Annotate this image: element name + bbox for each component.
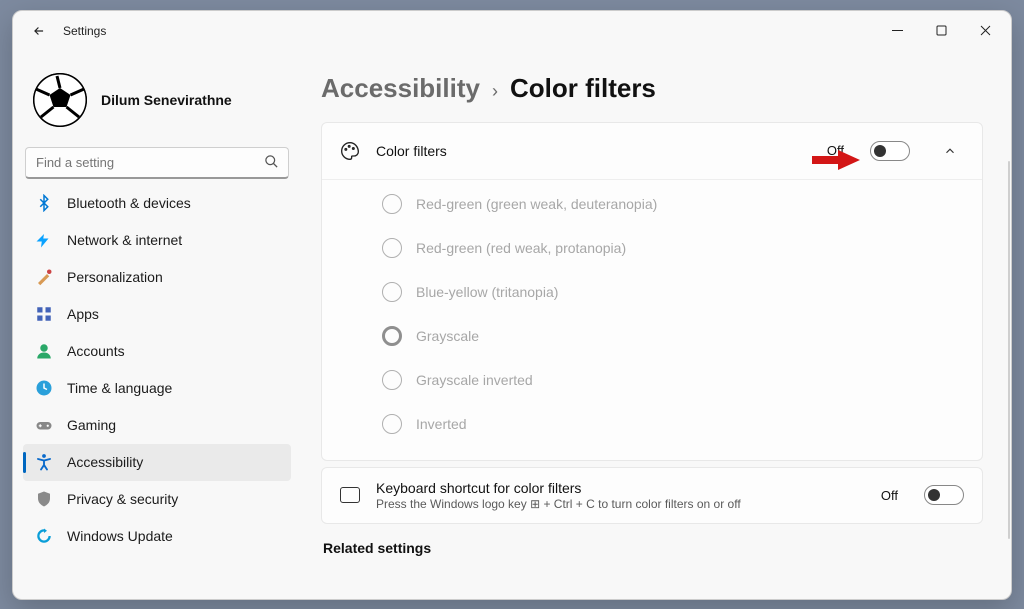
maximize-button[interactable] [919, 15, 963, 47]
sidebar-item-label: Windows Update [67, 528, 173, 544]
sidebar-item-label: Privacy & security [67, 491, 178, 507]
color-filters-title: Color filters [376, 143, 811, 159]
apps-icon [35, 305, 53, 323]
filter-option-label: Grayscale inverted [416, 372, 533, 388]
close-button[interactable] [963, 15, 1007, 47]
sidebar-item-accounts[interactable]: Accounts [23, 333, 291, 370]
sidebar-item-apps[interactable]: Apps [23, 296, 291, 333]
radio-icon [382, 414, 402, 434]
page-title: Color filters [510, 73, 656, 104]
filter-option-label: Inverted [416, 416, 467, 432]
titlebar: Settings [13, 11, 1011, 51]
chevron-right-icon: › [492, 81, 498, 102]
color-filter-options: Red-green (green weak, deuteranopia) Red-… [322, 179, 982, 460]
sidebar-item-network[interactable]: Network & internet [23, 222, 291, 259]
collapse-button[interactable] [936, 137, 964, 165]
filter-option[interactable]: Blue-yellow (tritanopia) [382, 270, 964, 314]
radio-icon [382, 326, 402, 346]
sidebar-item-gaming[interactable]: Gaming [23, 407, 291, 444]
profile[interactable]: Dilum Senevirathne [23, 51, 291, 147]
radio-icon [382, 194, 402, 214]
back-button[interactable] [23, 15, 55, 47]
color-filters-card: Color filters Off Red-green (green weak,… [321, 122, 983, 461]
color-filters-state: Off [827, 143, 844, 158]
keyboard-shortcut-card: Keyboard shortcut for color filters Pres… [321, 467, 983, 524]
sidebar-item-time[interactable]: Time & language [23, 370, 291, 407]
kb-shortcut-toggle[interactable] [924, 485, 964, 505]
filter-option-label: Red-green (red weak, protanopia) [416, 240, 626, 256]
filter-option[interactable]: Grayscale inverted [382, 358, 964, 402]
sidebar-item-label: Gaming [67, 417, 116, 433]
main: Accessibility › Color filters Color filt… [301, 51, 1011, 599]
search-icon [264, 154, 279, 174]
filter-option[interactable]: Inverted [382, 402, 964, 446]
minimize-button[interactable] [875, 15, 919, 47]
radio-icon [382, 282, 402, 302]
filter-option[interactable]: Grayscale [382, 314, 964, 358]
related-settings-heading: Related settings [323, 540, 983, 556]
username: Dilum Senevirathne [101, 92, 232, 108]
palette-icon [340, 141, 360, 161]
filter-option[interactable]: Red-green (red weak, protanopia) [382, 226, 964, 270]
sidebar-item-label: Accounts [67, 343, 125, 359]
wifi-icon [35, 231, 53, 249]
sidebar-item-label: Apps [67, 306, 99, 322]
search-input[interactable] [25, 147, 289, 179]
clock-icon [35, 379, 53, 397]
sidebar-item-personalization[interactable]: Personalization [23, 259, 291, 296]
bluetooth-icon [35, 194, 53, 212]
app-title: Settings [63, 24, 106, 38]
sidebar-item-bluetooth[interactable]: Bluetooth & devices [23, 193, 291, 222]
scrollbar[interactable] [1008, 161, 1010, 539]
sidebar: Dilum Senevirathne Bluetooth & devices Ne… [13, 51, 301, 599]
sidebar-item-label: Accessibility [67, 454, 143, 470]
gamepad-icon [35, 416, 53, 434]
accessibility-icon [35, 453, 53, 471]
sidebar-item-label: Network & internet [67, 232, 182, 248]
kb-shortcut-state: Off [881, 488, 898, 503]
sidebar-item-label: Bluetooth & devices [67, 195, 191, 211]
filter-option-label: Grayscale [416, 328, 479, 344]
kb-shortcut-desc: Press the Windows logo key ⊞ + Ctrl + C … [376, 497, 865, 511]
sidebar-item-label: Time & language [67, 380, 172, 396]
breadcrumb-parent[interactable]: Accessibility [321, 73, 480, 104]
breadcrumb: Accessibility › Color filters [321, 73, 983, 104]
person-icon [35, 342, 53, 360]
filter-option-label: Red-green (green weak, deuteranopia) [416, 196, 657, 212]
settings-window: Settings Dilum Senevirathne [12, 10, 1012, 600]
filter-option-label: Blue-yellow (tritanopia) [416, 284, 558, 300]
nav: Bluetooth & devices Network & internet Per… [23, 193, 291, 593]
filter-option[interactable]: Red-green (green weak, deuteranopia) [382, 182, 964, 226]
shield-icon [35, 490, 53, 508]
sidebar-item-privacy[interactable]: Privacy & security [23, 481, 291, 518]
radio-icon [382, 370, 402, 390]
sidebar-item-update[interactable]: Windows Update [23, 518, 291, 555]
color-filters-toggle[interactable] [870, 141, 910, 161]
radio-icon [382, 238, 402, 258]
kb-shortcut-title: Keyboard shortcut for color filters [376, 480, 865, 496]
avatar [33, 73, 87, 127]
brush-icon [35, 268, 53, 286]
sync-icon [35, 527, 53, 545]
keyboard-icon [340, 485, 360, 505]
sidebar-item-label: Personalization [67, 269, 163, 285]
sidebar-item-accessibility[interactable]: Accessibility [23, 444, 291, 481]
